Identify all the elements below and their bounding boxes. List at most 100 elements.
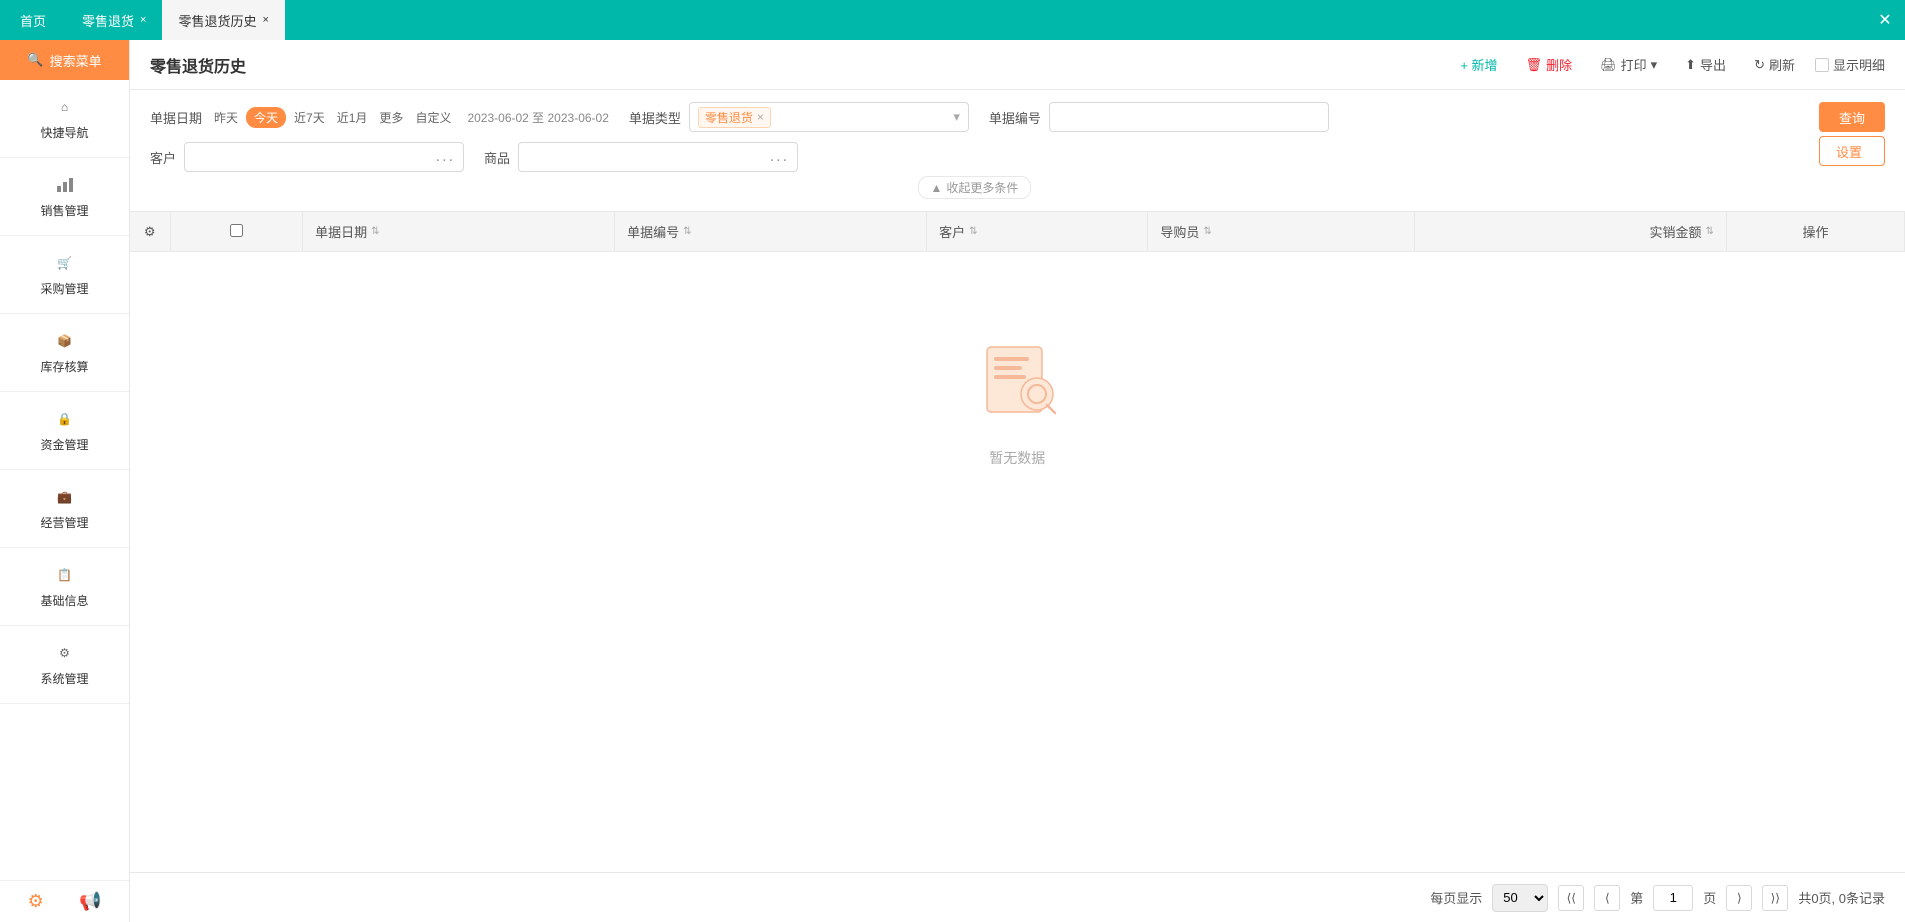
sidebar-bottom: ⚙ 📢: [0, 880, 129, 922]
top-bar: 首页 零售退货 × 零售退货历史 × ✕: [0, 0, 1905, 40]
query-button[interactable]: 查询: [1819, 102, 1885, 132]
sidebar-item-system[interactable]: ⚙ 系统管理: [0, 626, 129, 704]
per-page-select[interactable]: 50 100: [1492, 884, 1548, 912]
customer-input[interactable]: ...: [184, 142, 464, 172]
select-all-checkbox[interactable]: [230, 224, 243, 237]
cart-icon: 🛒: [54, 252, 76, 274]
goods-ellipsis[interactable]: ...: [770, 148, 789, 166]
collapse-icon: ▲: [931, 181, 943, 195]
collapse-button[interactable]: ▲ 收起更多条件: [918, 176, 1032, 199]
doc-type-tag-close[interactable]: ×: [757, 110, 764, 124]
sidebar-item-finance[interactable]: 🔒 资金管理: [0, 392, 129, 470]
export-button[interactable]: ⬆ 导出: [1677, 51, 1734, 78]
sort-guide-icon: ⇅: [1203, 226, 1211, 237]
date-filter-group: 单据日期 昨天 今天 近7天 近1月 更多 自定义 2023-06-02 至 2…: [150, 107, 609, 128]
sort-amount-icon: ⇅: [1706, 226, 1714, 237]
page-number-input[interactable]: [1653, 885, 1693, 911]
refresh-button[interactable]: ↻ 刷新: [1746, 51, 1803, 78]
filter-settings-button[interactable]: 设置: [1819, 136, 1885, 166]
customer-label: 客户: [150, 148, 176, 167]
tab-retail-return-history[interactable]: 零售退货历史 ×: [162, 0, 284, 40]
home-icon: ⌂: [54, 96, 76, 118]
th-docno[interactable]: 单据编号 ⇅: [615, 212, 927, 252]
filter-row-2: 客户 ... 商品 ...: [150, 142, 1799, 172]
doc-no-label: 单据编号: [989, 108, 1041, 127]
export-icon: ⬆: [1685, 57, 1696, 73]
doc-type-tag: 零售退货 ×: [698, 107, 771, 128]
tab-retail-return[interactable]: 零售退货 ×: [66, 0, 162, 40]
sidebar-item-inventory[interactable]: 📦 库存核算: [0, 314, 129, 392]
new-button[interactable]: + 新增: [1452, 51, 1505, 78]
customer-ellipsis[interactable]: ...: [436, 148, 455, 166]
box-icon: 📦: [54, 330, 76, 352]
page-header: 零售退货历史 + 新增 🗑 删除 🖨 打印 ▾ ⬆ 导出: [130, 40, 1905, 90]
print-dropdown-icon: ▾: [1651, 57, 1658, 73]
sidebar-item-purchase[interactable]: 🛒 采购管理: [0, 236, 129, 314]
goods-filter-group: 商品 ...: [484, 142, 798, 172]
sidebar-item-sales[interactable]: 销售管理: [0, 158, 129, 236]
gear-bottom-icon[interactable]: ⚙: [28, 891, 44, 912]
search-icon: 🔍: [27, 52, 43, 68]
doc-type-filter-group: 单据类型 零售退货 × ▾: [629, 102, 969, 132]
date-today[interactable]: 今天: [246, 107, 286, 128]
sort-customer-icon: ⇅: [969, 226, 977, 237]
main-layout: 🔍 搜索菜单 ⌂ 快捷导航 销售管理 🛒 采购管理 📦 库存核算 🔒 资金管理 …: [0, 40, 1905, 922]
sidebar-item-basic-info[interactable]: 📋 基础信息: [0, 548, 129, 626]
data-table: ⚙ 单据日期 ⇅ 单据编号: [130, 212, 1905, 548]
toolbar-actions: + 新增 🗑 删除 🖨 打印 ▾ ⬆ 导出 ↻ 刷新: [1452, 51, 1885, 78]
delete-icon: 🗑: [1526, 57, 1543, 73]
goods-label: 商品: [484, 148, 510, 167]
date-range-display: 2023-06-02 至 2023-06-02: [467, 109, 608, 126]
briefcase-icon: 💼: [54, 486, 76, 508]
doc-type-label: 单据类型: [629, 108, 681, 127]
display-toggle-checkbox[interactable]: [1815, 58, 1829, 72]
filter-row-1: 单据日期 昨天 今天 近7天 近1月 更多 自定义 2023-06-02 至 2…: [150, 102, 1799, 132]
empty-state: 暂无数据: [130, 252, 1905, 548]
sidebar-item-operations[interactable]: 💼 经营管理: [0, 470, 129, 548]
page-title: 零售退货历史: [150, 53, 246, 77]
date-more[interactable]: 更多: [375, 107, 407, 128]
window-close-button[interactable]: ✕: [1865, 0, 1905, 40]
tab-close-retail-return[interactable]: ×: [140, 14, 146, 26]
print-button[interactable]: 🖨 打印 ▾: [1592, 51, 1665, 78]
content-area: 零售退货历史 + 新增 🗑 删除 🖨 打印 ▾ ⬆ 导出: [130, 40, 1905, 922]
page-next-button[interactable]: ⟩: [1726, 885, 1752, 911]
page-summary: 共0页, 0条记录: [1798, 888, 1885, 907]
page-last-button[interactable]: ⟩⟩: [1762, 885, 1788, 911]
settings-icon: ⚙: [54, 642, 76, 664]
th-action: 操作: [1726, 212, 1904, 252]
doc-no-filter-group: 单据编号: [989, 102, 1329, 132]
goods-input[interactable]: ...: [518, 142, 798, 172]
date-yesterday[interactable]: 昨天: [210, 107, 242, 128]
date-custom[interactable]: 自定义: [411, 107, 455, 128]
print-icon: 🖨: [1600, 57, 1617, 73]
delete-button[interactable]: 🗑 删除: [1518, 51, 1581, 78]
tab-bar: 首页 零售退货 × 零售退货历史 ×: [0, 0, 1865, 40]
th-settings[interactable]: ⚙: [130, 212, 170, 252]
page-prev-button[interactable]: ⟨: [1594, 885, 1620, 911]
sidebar-item-quicknav[interactable]: ⌂ 快捷导航: [0, 80, 129, 158]
th-checkbox[interactable]: [170, 212, 303, 252]
date-shortcuts: 昨天 今天 近7天 近1月 更多 自定义: [210, 107, 455, 128]
chart-icon: [54, 174, 76, 196]
sort-date-icon: ⇅: [371, 226, 379, 237]
th-guide[interactable]: 导购员 ⇅: [1148, 212, 1415, 252]
sidebar-search[interactable]: 🔍 搜索菜单: [0, 40, 129, 80]
filter-right-buttons: 查询 设置: [1819, 102, 1885, 166]
audio-icon[interactable]: 📢: [79, 891, 101, 912]
th-date[interactable]: 单据日期 ⇅: [303, 212, 615, 252]
doc-type-select[interactable]: 零售退货 × ▾: [689, 102, 969, 132]
tab-home[interactable]: 首页: [0, 11, 66, 30]
refresh-icon: ↻: [1754, 57, 1765, 73]
date-7days[interactable]: 近7天: [290, 107, 329, 128]
th-amount[interactable]: 实销金额 ⇅: [1414, 212, 1726, 252]
customer-filter-group: 客户 ...: [150, 142, 464, 172]
date-1month[interactable]: 近1月: [333, 107, 372, 128]
tab-close-retail-return-history[interactable]: ×: [262, 14, 268, 26]
empty-icon: [967, 332, 1067, 432]
doc-no-input[interactable]: [1049, 102, 1329, 132]
page-first-button[interactable]: ⟨⟨: [1558, 885, 1584, 911]
per-page-label: 每页显示: [1430, 888, 1482, 907]
date-filter-label: 单据日期: [150, 108, 202, 127]
th-customer[interactable]: 客户 ⇅: [927, 212, 1148, 252]
